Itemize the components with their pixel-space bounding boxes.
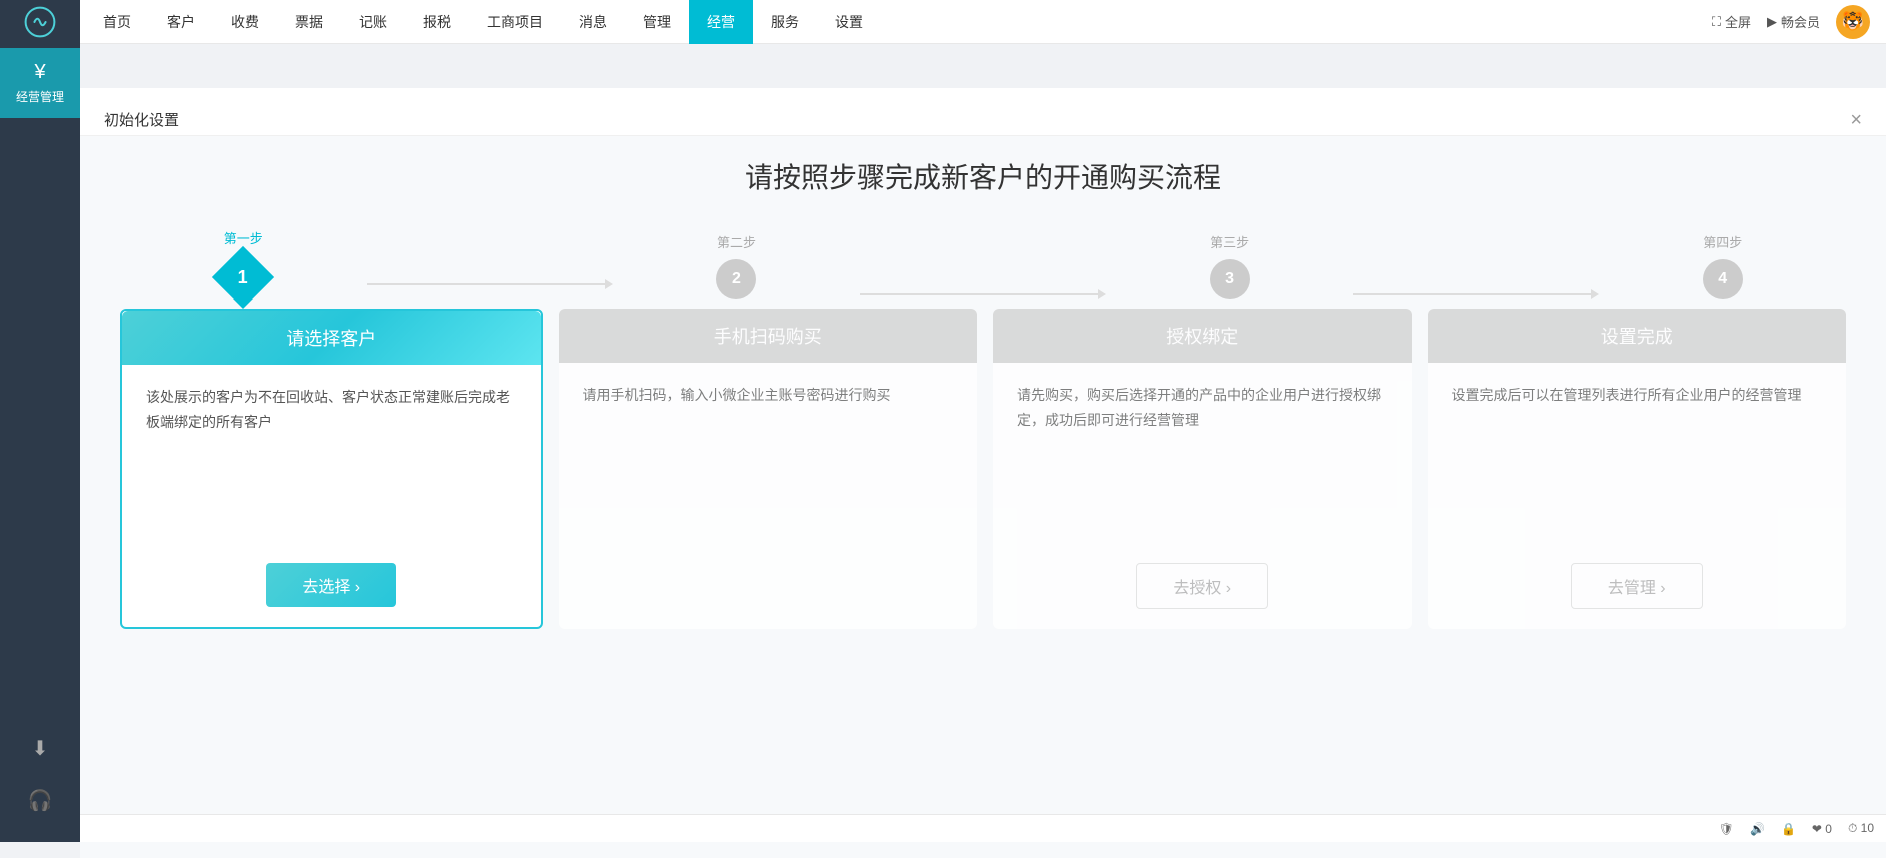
content-area: 请按照步骤完成新客户的开通购买流程 第一步 1	[80, 136, 1886, 858]
card-2-body: 请用手机扫码，输入小微企业主账号密码进行购买	[583, 383, 954, 589]
card-3-action-button[interactable]: 去授权 ›	[1136, 563, 1268, 609]
fullscreen-icon: ⛶	[1712, 14, 1721, 30]
membership-button[interactable]: ▶ 畅会员	[1767, 12, 1820, 31]
close-button[interactable]: ×	[1850, 110, 1862, 130]
card-1-action-button[interactable]: 去选择 ›	[266, 563, 396, 607]
card-4-title: 设置完成	[1428, 309, 1847, 363]
avatar[interactable]: 🐯	[1836, 5, 1870, 39]
nav-invoice[interactable]: 票据	[277, 0, 341, 44]
main-title: 请按照步骤完成新客户的开通购买流程	[120, 156, 1846, 196]
step-1-circle: 1	[212, 246, 274, 308]
card-3-footer: 去授权 ›	[1017, 563, 1388, 609]
sidebar: ¥ 经营管理 ⬇ 🎧	[0, 0, 80, 842]
step-2-number: 2	[732, 270, 741, 288]
card-1: 请选择客户 该处展示的客户为不在回收站、客户状态正常建账后完成老板端绑定的所有客…	[120, 309, 543, 629]
card-1-title: 请选择客户	[122, 311, 541, 365]
step-3-circle: 3	[1210, 259, 1250, 299]
step-2-label: 第二步	[717, 232, 756, 251]
card-4-footer: 去管理 ›	[1452, 563, 1823, 609]
step-4-circle: 4	[1703, 259, 1743, 299]
card-1-footer: 去选择 ›	[146, 563, 517, 607]
page-header: 初始化设置 ×	[80, 88, 1886, 136]
nav-right: ⛶ 全屏 ▶ 畅会员 🐯	[1712, 5, 1886, 39]
nav-message[interactable]: 消息	[561, 0, 625, 44]
nav-operation[interactable]: 经营	[689, 0, 753, 44]
sidebar-item-label: 经营管理	[16, 88, 64, 105]
step-4-number: 4	[1718, 270, 1727, 288]
step-3-label: 第三步	[1210, 232, 1249, 251]
status-bar: ▶ 完成 🛡 🔊 🔒 ❤ 0 ⏱ 10	[0, 814, 1886, 842]
nav-fee[interactable]: 收费	[213, 0, 277, 44]
card-2-title: 手机扫码购买	[559, 309, 978, 363]
timer-count: ⏱ 10	[1848, 821, 1874, 836]
card-3-title: 授权绑定	[993, 309, 1412, 363]
card-3: 授权绑定 请先购买，购买后选择开通的产品中的企业用户进行授权绑定，成功后即可进行…	[993, 309, 1412, 629]
nav-customer[interactable]: 客户	[149, 0, 213, 44]
connector-1-2	[367, 279, 614, 309]
connector-2-3	[860, 289, 1107, 309]
card-2: 手机扫码购买 请用手机扫码，输入小微企业主账号密码进行购买	[559, 309, 978, 629]
step-1-label: 第一步	[224, 228, 263, 247]
heart-count: ❤ 0	[1812, 822, 1832, 836]
nav-business[interactable]: 工商项目	[469, 0, 561, 44]
sidebar-item-business-mgmt[interactable]: ¥ 经营管理	[0, 48, 80, 118]
shield-icon: 🛡	[1719, 822, 1734, 836]
connector-3-4	[1353, 289, 1600, 309]
volume-icon: 🔊	[1750, 822, 1765, 836]
cards-row: 请选择客户 该处展示的客户为不在回收站、客户状态正常建账后完成老板端绑定的所有客…	[120, 309, 1846, 629]
step-4-label: 第四步	[1703, 232, 1742, 251]
nav-home[interactable]: 首页	[85, 0, 149, 44]
sidebar-logo	[0, 0, 80, 44]
step-1-number: 1	[238, 266, 248, 287]
lock-icon: 🔒	[1781, 822, 1796, 836]
sidebar-bottom: ⬇ 🎧	[18, 726, 62, 842]
download-icon[interactable]: ⬇	[18, 726, 62, 770]
headset-icon[interactable]: 🎧	[18, 778, 62, 822]
nav-service[interactable]: 服务	[753, 0, 817, 44]
nav-manage[interactable]: 管理	[625, 0, 689, 44]
step-3-number: 3	[1225, 270, 1234, 288]
play-icon: ▶	[1767, 14, 1777, 30]
card-4: 设置完成 设置完成后可以在管理列表进行所有企业用户的经营管理 去管理 ›	[1428, 309, 1847, 629]
nav-tax[interactable]: 报税	[405, 0, 469, 44]
card-4-action-button[interactable]: 去管理 ›	[1571, 563, 1703, 609]
page-title: 初始化设置	[104, 109, 179, 130]
nav-settings[interactable]: 设置	[817, 0, 881, 44]
status-bar-right: 🛡 🔊 🔒 ❤ 0 ⏱ 10	[1719, 821, 1874, 836]
card-4-body: 设置完成后可以在管理列表进行所有企业用户的经营管理	[1452, 383, 1823, 543]
card-3-body: 请先购买，购买后选择开通的产品中的企业用户进行授权绑定，成功后即可进行经营管理	[1017, 383, 1388, 543]
card-1-body: 该处展示的客户为不在回收站、客户状态正常建账后完成老板端绑定的所有客户	[146, 385, 517, 543]
step-2-circle: 2	[716, 259, 756, 299]
top-nav: 首页 客户 收费 票据 记账 报税 工商项目 消息 管理 经营 服务 设置 ⛶ …	[0, 0, 1886, 44]
yuan-icon: ¥	[34, 61, 45, 84]
main-panel: 初始化设置 × 请按照步骤完成新客户的开通购买流程 第一步 1	[80, 88, 1886, 858]
nav-accounting[interactable]: 记账	[341, 0, 405, 44]
fullscreen-button[interactable]: ⛶ 全屏	[1712, 12, 1751, 31]
